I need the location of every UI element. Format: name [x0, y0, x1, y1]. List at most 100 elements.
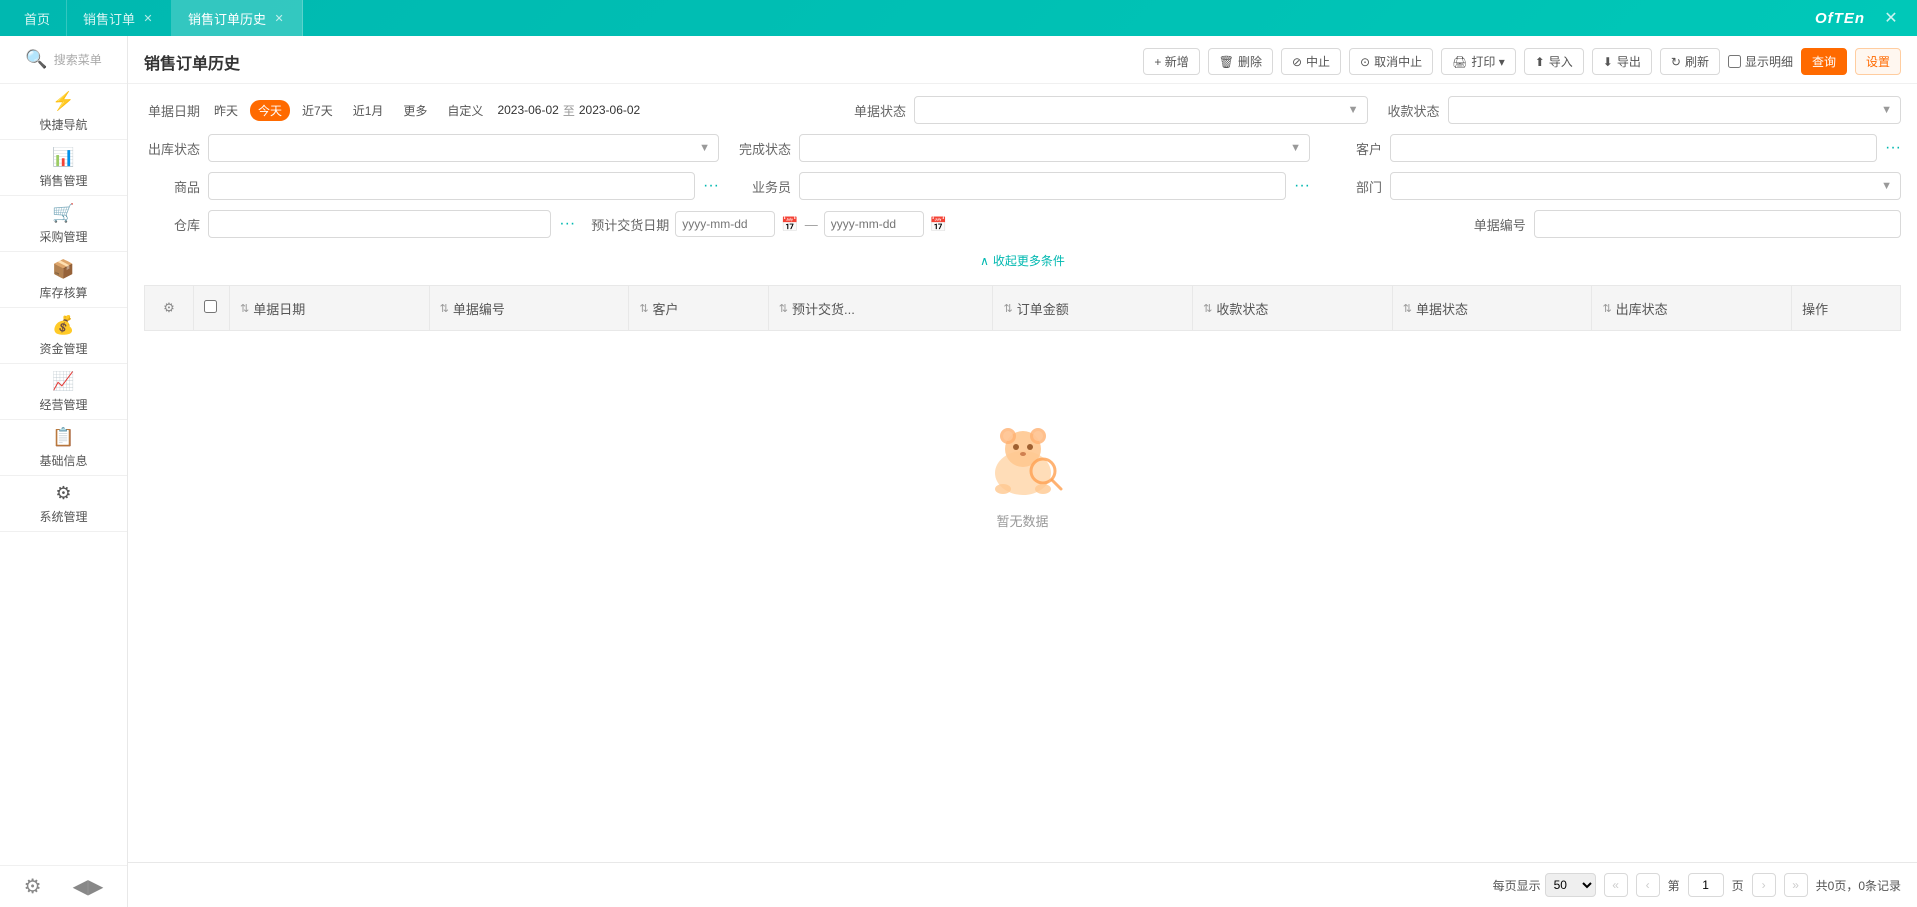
- filter-area: 单据日期 昨天 今天 近7天 近1月 更多 自定义 2023-06-02 至 2…: [128, 84, 1917, 285]
- sort-amount-icon[interactable]: ⇅: [1003, 302, 1012, 315]
- doc-number-input[interactable]: [1534, 210, 1901, 238]
- export-button[interactable]: ⬇ 导出: [1592, 48, 1652, 75]
- sort-payment-icon[interactable]: ⇅: [1203, 302, 1212, 315]
- date-label: 单据日期: [144, 101, 200, 120]
- empty-state-cell: 暂无数据: [145, 331, 1901, 611]
- collapse-bar[interactable]: ∧ 收起更多条件: [144, 248, 1901, 273]
- tab-sales-order-history[interactable]: 销售订单历史 ✕: [172, 0, 303, 36]
- prev-page-button[interactable]: ‹: [1636, 873, 1660, 897]
- display-detail-checkbox[interactable]: [1728, 55, 1741, 68]
- sort-number-icon[interactable]: ⇅: [440, 302, 449, 315]
- calendar-from-icon[interactable]: 📅: [781, 216, 798, 233]
- sidebar-item-basic-info[interactable]: 📋 基础信息: [0, 420, 127, 476]
- sort-date-icon[interactable]: ⇅: [240, 302, 249, 315]
- sidebar-search[interactable]: 🔍 搜索菜单: [0, 36, 127, 84]
- sidebar-label-system: 系统管理: [39, 508, 87, 525]
- print-button[interactable]: 🖨 打印 ▾: [1441, 48, 1516, 75]
- settings-button[interactable]: 设置: [1855, 48, 1901, 75]
- date-from-value: 2023-06-02: [497, 103, 558, 117]
- th-amount: ⇅ 订单金额: [993, 286, 1193, 331]
- add-button[interactable]: + 新增: [1143, 48, 1199, 75]
- department-label: 部门: [1326, 177, 1382, 196]
- stop-button[interactable]: ⊘ 中止: [1281, 48, 1341, 75]
- customer-more-icon[interactable]: ···: [1885, 139, 1901, 157]
- filter-date: 单据日期 昨天 今天 近7天 近1月 更多 自定义 2023-06-02 至 2…: [144, 100, 834, 121]
- tab-home[interactable]: 首页: [8, 0, 67, 36]
- sidebar-item-inventory[interactable]: 📦 库存核算: [0, 252, 127, 308]
- window-close-btn[interactable]: ✕: [1877, 4, 1905, 32]
- delivery-date-from[interactable]: [675, 211, 775, 237]
- sort-out-icon[interactable]: ⇅: [1602, 302, 1611, 315]
- th-date: ⇅ 单据日期: [230, 286, 430, 331]
- filter-row-2: 出库状态 ▼ 完成状态 ▼ 客户 ···: [144, 134, 1901, 162]
- tab-close-sales-order[interactable]: ✕: [141, 11, 155, 25]
- page-label: 页: [1732, 877, 1744, 894]
- brand-label: OfTEn: [1815, 10, 1865, 27]
- date-tab-today[interactable]: 今天: [250, 100, 290, 121]
- sidebar-item-system[interactable]: ⚙ 系统管理: [0, 476, 127, 532]
- out-status-label: 出库状态: [144, 139, 200, 158]
- date-tab-1month[interactable]: 近1月: [345, 100, 392, 121]
- import-button[interactable]: ⬆ 导入: [1524, 48, 1584, 75]
- select-all-checkbox[interactable]: [204, 300, 217, 313]
- table-settings-button[interactable]: ⚙: [155, 294, 183, 322]
- sidebar-item-operations[interactable]: 📈 经营管理: [0, 364, 127, 420]
- page-size-select: 每页显示 10 20 50 100: [1493, 873, 1596, 897]
- warehouse-more-icon[interactable]: ···: [559, 215, 575, 233]
- cancel-stop-button[interactable]: ⊙ 取消中止: [1349, 48, 1433, 75]
- delivery-date-to[interactable]: [824, 211, 924, 237]
- salesman-input[interactable]: [799, 172, 1286, 200]
- filter-warehouse: 仓库 ···: [144, 210, 575, 238]
- collapse-up-icon: ∧: [980, 254, 989, 268]
- sort-doc-status-icon[interactable]: ⇅: [1403, 302, 1412, 315]
- last-page-button[interactable]: »: [1784, 873, 1808, 897]
- sidebar-item-finance[interactable]: 💰 资金管理: [0, 308, 127, 364]
- page-input[interactable]: [1688, 873, 1724, 897]
- filter-product: 商品 ···: [144, 172, 719, 200]
- department-arrow: ▼: [1881, 180, 1892, 192]
- product-input[interactable]: [208, 172, 695, 200]
- product-more-icon[interactable]: ···: [703, 177, 719, 195]
- collapse-sidebar-icon[interactable]: ◀▶: [73, 874, 104, 899]
- date-tab-custom[interactable]: 自定义: [439, 100, 491, 121]
- out-status-arrow: ▼: [699, 142, 710, 154]
- query-button[interactable]: 查询: [1801, 48, 1847, 75]
- empty-illustration: [973, 411, 1073, 511]
- warehouse-input[interactable]: [208, 210, 551, 238]
- tab-sales-order[interactable]: 销售订单 ✕: [67, 0, 172, 36]
- tab-close-history[interactable]: ✕: [272, 11, 286, 25]
- display-detail-container: 显示明细: [1728, 53, 1793, 70]
- complete-status-arrow: ▼: [1290, 142, 1301, 154]
- sidebar-label-purchase: 采购管理: [39, 228, 87, 245]
- filter-out-status: 出库状态 ▼: [144, 134, 719, 162]
- filter-doc-status: 单据状态 ▼: [850, 96, 1368, 124]
- first-page-button[interactable]: «: [1604, 873, 1628, 897]
- complete-status-select[interactable]: ▼: [799, 134, 1310, 162]
- refresh-button[interactable]: ↻ 刷新: [1660, 48, 1720, 75]
- payment-status-select[interactable]: ▼: [1448, 96, 1902, 124]
- department-select[interactable]: ▼: [1390, 172, 1901, 200]
- date-tab-7days[interactable]: 近7天: [294, 100, 341, 121]
- sidebar-item-quick-nav[interactable]: ⚡ 快捷导航: [0, 84, 127, 140]
- per-page-dropdown[interactable]: 10 20 50 100: [1545, 873, 1596, 897]
- delete-button[interactable]: 🗑 删除: [1208, 48, 1273, 75]
- salesman-more-icon[interactable]: ···: [1294, 177, 1310, 195]
- top-nav-right: OfTEn ✕: [1815, 4, 1917, 32]
- out-status-select[interactable]: ▼: [208, 134, 719, 162]
- sort-customer-icon[interactable]: ⇅: [639, 302, 648, 315]
- settings-gear-icon[interactable]: ⚙: [24, 874, 42, 899]
- next-page-button[interactable]: ›: [1752, 873, 1776, 897]
- date-tab-more[interactable]: 更多: [395, 100, 435, 121]
- sidebar-item-sales[interactable]: 📊 销售管理: [0, 140, 127, 196]
- calendar-to-icon[interactable]: 📅: [930, 216, 947, 233]
- complete-status-label: 完成状态: [735, 139, 791, 158]
- doc-status-select[interactable]: ▼: [914, 96, 1368, 124]
- customer-label: 客户: [1326, 139, 1382, 158]
- filter-delivery-date: 预计交货日期 📅 — 📅: [591, 211, 1454, 237]
- sidebar-label-sales: 销售管理: [39, 172, 87, 189]
- per-page-label: 每页显示: [1493, 877, 1541, 894]
- sidebar-item-purchase[interactable]: 🛒 采购管理: [0, 196, 127, 252]
- sort-delivery-icon[interactable]: ⇅: [779, 302, 788, 315]
- customer-input[interactable]: [1390, 134, 1877, 162]
- date-tab-yesterday[interactable]: 昨天: [206, 100, 246, 121]
